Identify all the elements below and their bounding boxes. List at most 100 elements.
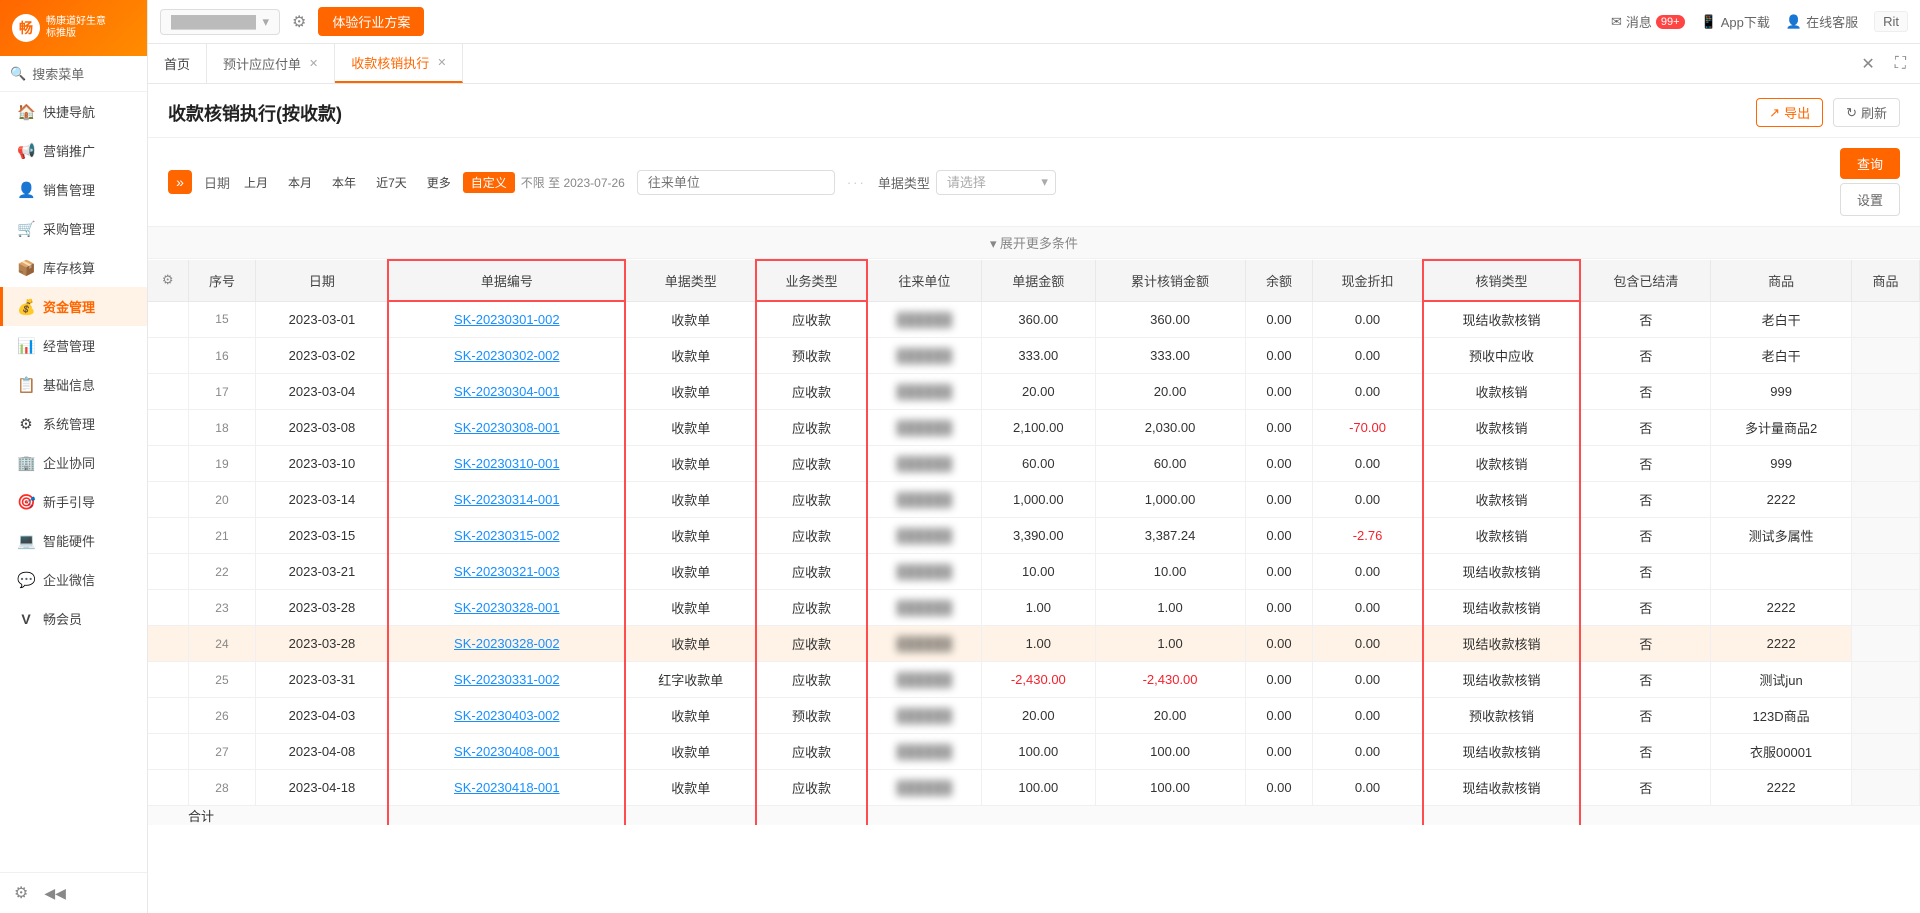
td-no: 25	[188, 662, 256, 698]
maximize-window-icon[interactable]: ⛶	[1889, 53, 1912, 75]
td-include-settled: 否	[1580, 698, 1710, 734]
td-voucher-no[interactable]: SK-20230314-001	[388, 482, 625, 518]
td-no: 19	[188, 446, 256, 482]
td-balance: 0.00	[1245, 626, 1313, 662]
td-voucher-type: 红字收款单	[625, 662, 756, 698]
sidebar-item-enterprise[interactable]: 🏢 企业协同	[0, 443, 147, 482]
close-window-icon[interactable]: ✕	[1855, 52, 1880, 76]
table-row: 24 2023-03-28 SK-20230328-002 收款单 应收款 ██…	[148, 626, 1920, 662]
td-voucher-no[interactable]: SK-20230408-001	[388, 734, 625, 770]
td-goods2	[1852, 734, 1920, 770]
filter-settings-button[interactable]: 设置	[1840, 183, 1900, 216]
sidebar-item-sales[interactable]: 👤 销售管理	[0, 170, 147, 209]
expand-more-bar[interactable]: ▾ 展开更多条件	[148, 227, 1920, 259]
td-goods2	[1852, 590, 1920, 626]
td-goods2	[1852, 374, 1920, 410]
counterparty-input[interactable]	[637, 170, 835, 195]
table-wrap: ⚙ 序号 日期 单据编号 单据类型 业务类型 往来单位 单据金额 累计核销金额 …	[148, 259, 1920, 825]
td-gear	[148, 734, 188, 770]
tab-writeoff[interactable]: 收款核销执行 ✕	[335, 44, 463, 83]
collapse-icon[interactable]: ◀◀	[44, 885, 66, 902]
tab-home[interactable]: 首页	[148, 44, 207, 83]
td-voucher-type: 收款单	[625, 482, 756, 518]
settings-gear-icon[interactable]: ⚙	[292, 12, 306, 32]
tab-close-writeoff[interactable]: ✕	[437, 56, 446, 69]
sidebar-item-inventory[interactable]: 📦 库存核算	[0, 248, 147, 287]
td-voucher-no[interactable]: SK-20230308-001	[388, 410, 625, 446]
td-goods2	[1852, 482, 1920, 518]
export-button[interactable]: ↗ 导出	[1756, 98, 1823, 127]
sidebar-item-quick-nav[interactable]: 🏠 快捷导航	[0, 92, 147, 131]
td-counterparty: ██████	[867, 374, 982, 410]
sidebar-item-operation[interactable]: 📊 经营管理	[0, 326, 147, 365]
th-writeoff-type: 核销类型	[1423, 260, 1581, 301]
app-download-button[interactable]: 📱 App下载	[1701, 12, 1770, 31]
td-voucher-no[interactable]: SK-20230315-002	[388, 518, 625, 554]
message-button[interactable]: ✉ 消息 99+	[1611, 12, 1685, 31]
tab-close-prepayment[interactable]: ✕	[309, 57, 318, 70]
td-voucher-type: 收款单	[625, 518, 756, 554]
td-voucher-no[interactable]: SK-20230328-002	[388, 626, 625, 662]
sidebar-item-marketing[interactable]: 📢 营销推广	[0, 131, 147, 170]
td-counterparty: ██████	[867, 590, 982, 626]
settings-icon[interactable]: ⚙	[14, 883, 28, 903]
td-voucher-no[interactable]: SK-20230302-002	[388, 338, 625, 374]
user-name-display[interactable]: Rit	[1874, 11, 1908, 32]
sidebar-item-system[interactable]: ⚙ 系统管理	[0, 404, 147, 443]
filter-bar: » 日期 上月 本月 本年 近7天 更多 自定义 不限 至 2023-07-26	[148, 138, 1920, 227]
refresh-button[interactable]: ↻ 刷新	[1833, 98, 1900, 127]
td-balance: 0.00	[1245, 374, 1313, 410]
sidebar-item-purchase[interactable]: 🛒 采购管理	[0, 209, 147, 248]
online-service-button[interactable]: 👤 在线客服	[1786, 12, 1858, 31]
td-voucher-no[interactable]: SK-20230418-001	[388, 770, 625, 806]
td-date: 2023-03-21	[256, 554, 389, 590]
td-voucher-no[interactable]: SK-20230301-002	[388, 301, 625, 338]
filter-toggle[interactable]: »	[168, 170, 192, 194]
query-button[interactable]: 查询	[1840, 148, 1900, 179]
date-btn-7days[interactable]: 近7天	[368, 172, 415, 193]
company-selector[interactable]: ██████████ ▾	[160, 9, 280, 35]
td-counterparty: ██████	[867, 518, 982, 554]
td-voucher-no[interactable]: SK-20230331-002	[388, 662, 625, 698]
sidebar-search[interactable]: 🔍 搜索菜单	[0, 56, 147, 92]
operation-icon: 📊	[17, 337, 35, 355]
td-goods: 999	[1711, 446, 1852, 482]
sidebar-item-wechat[interactable]: 💬 企业微信	[0, 560, 147, 599]
date-btn-custom[interactable]: 自定义	[463, 172, 515, 193]
industry-solution-button[interactable]: 体验行业方案	[318, 7, 424, 36]
td-voucher-no[interactable]: SK-20230321-003	[388, 554, 625, 590]
td-voucher-no[interactable]: SK-20230310-001	[388, 446, 625, 482]
td-biz-type: 应收款	[756, 374, 867, 410]
date-btn-this-month[interactable]: 本月	[280, 172, 320, 193]
td-writeoff-type: 现结收款核销	[1423, 734, 1581, 770]
td-writeoff-type: 收款核销	[1423, 446, 1581, 482]
td-date: 2023-03-14	[256, 482, 389, 518]
td-voucher-no[interactable]: SK-20230328-001	[388, 590, 625, 626]
td-writeoff-amount: 20.00	[1095, 698, 1245, 734]
voucher-type-select[interactable]: 请选择	[936, 170, 1056, 195]
date-btn-this-year[interactable]: 本年	[324, 172, 364, 193]
th-include-settled: 包含已结清	[1580, 260, 1710, 301]
tab-prepayment[interactable]: 预计应应付单 ✕	[207, 44, 335, 83]
td-counterparty: ██████	[867, 734, 982, 770]
td-biz-type: 应收款	[756, 554, 867, 590]
date-btn-more[interactable]: 更多	[419, 172, 459, 193]
footer-writeoff-type	[1423, 806, 1581, 826]
sidebar-item-basic[interactable]: 📋 基础信息	[0, 365, 147, 404]
table-row: 27 2023-04-08 SK-20230408-001 收款单 应收款 ██…	[148, 734, 1920, 770]
voucher-type-filter-group: 单据类型 请选择	[878, 170, 1056, 195]
td-voucher-no[interactable]: SK-20230304-001	[388, 374, 625, 410]
sidebar-item-newbie[interactable]: 🎯 新手引导	[0, 482, 147, 521]
sidebar-item-finance[interactable]: 💰 资金管理	[0, 287, 147, 326]
sidebar-item-hardware[interactable]: 💻 智能硬件	[0, 521, 147, 560]
td-balance: 0.00	[1245, 518, 1313, 554]
company-placeholder: ██████████	[171, 15, 256, 29]
td-gear	[148, 338, 188, 374]
td-no: 23	[188, 590, 256, 626]
td-voucher-no[interactable]: SK-20230403-002	[388, 698, 625, 734]
date-btn-last-month[interactable]: 上月	[236, 172, 276, 193]
th-gear[interactable]: ⚙	[148, 260, 188, 301]
sidebar-item-member[interactable]: V 畅会员	[0, 599, 147, 638]
app-icon: 📱	[1701, 14, 1717, 30]
td-cash-discount: 0.00	[1313, 374, 1423, 410]
